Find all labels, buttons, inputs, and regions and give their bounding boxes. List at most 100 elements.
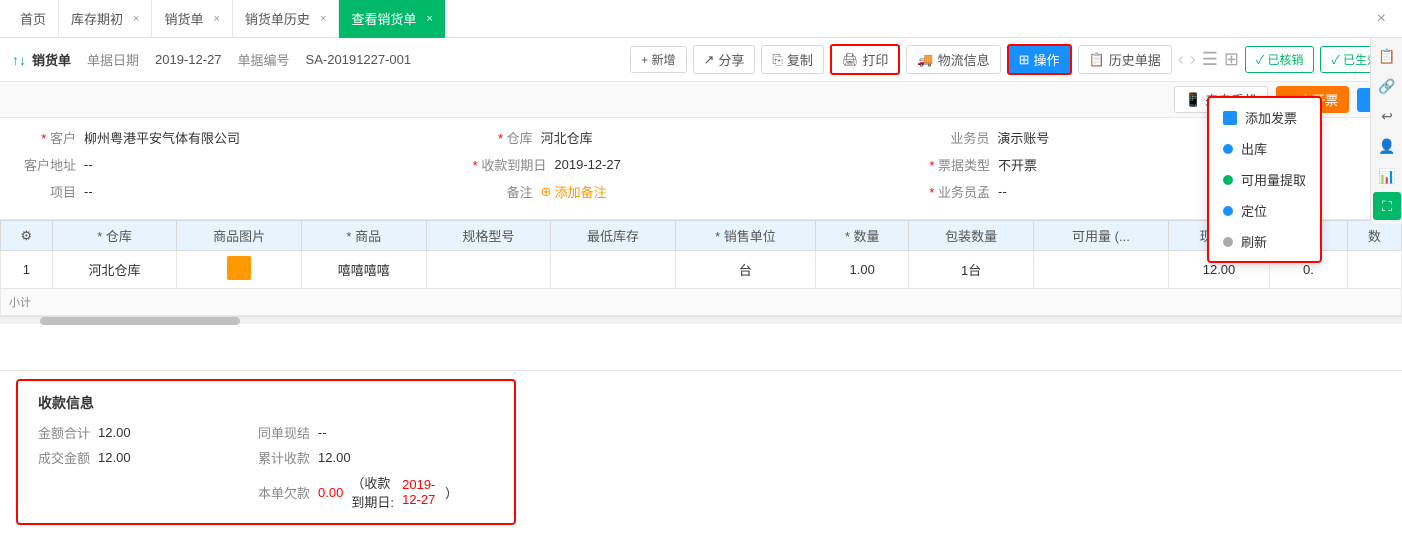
add-note-text: 添加备注 (555, 182, 607, 201)
form-area: * 客户 柳州粤港平安气体有限公司 * 仓库 河北仓库 业务员 演示账号 (0, 118, 1402, 220)
operation-button[interactable]: ⊞ 操作 (1007, 44, 1072, 75)
view-grid-icon[interactable]: ⊞ (1224, 49, 1239, 70)
print-label: 打印 (862, 50, 888, 69)
payment-grid: 金额合计 12.00 同单现结 -- 成交金额 12.00 累计收款 12.00 (38, 423, 494, 511)
operation-dropdown: 添加发票 出库 可用量提取 定位 刷新 (1207, 96, 1322, 263)
scroll-thumb[interactable] (40, 317, 240, 325)
tab-inventory[interactable]: 库存期初 × (59, 0, 152, 38)
right-sidebar: 📋 🔗 ↩ 👤 📊 ⛶ (1370, 38, 1402, 224)
row-index: 1 (1, 251, 53, 289)
tab-view-sales-close[interactable]: × (426, 13, 432, 25)
form-row-1: * 客户 柳州粤港平安气体有限公司 * 仓库 河北仓库 业务员 演示账号 (16, 128, 1386, 147)
refresh-item[interactable]: 刷新 (1209, 226, 1320, 257)
copy-label: 复制 (787, 50, 813, 69)
tab-bar: 首页 库存期初 × 销货单 × 销货单历史 × 查看销货单 × × (0, 0, 1402, 38)
subtotal-label: 小计 (1, 289, 1402, 316)
available-extract-icon (1223, 175, 1233, 185)
due-date-value: 2019-12-27 (554, 157, 621, 172)
horizontal-scrollbar[interactable] (0, 316, 1402, 324)
nav-prev-icon[interactable]: ‹ (1178, 49, 1184, 70)
copy-button[interactable]: ⎘ 复制 (761, 45, 823, 74)
locate-item[interactable]: 定位 (1209, 195, 1320, 226)
tab-sales-label: 销货单 (164, 9, 203, 28)
history-button[interactable]: 📋 历史单据 (1078, 45, 1172, 74)
sold-out-button[interactable]: ✓ 已核销 (1245, 46, 1315, 73)
tab-view-sales[interactable]: 查看销货单 × (339, 0, 445, 38)
row-product: 嘻嘻嘻嘻 (301, 251, 426, 289)
sidebar-icon-4[interactable]: 👤 (1373, 132, 1401, 160)
cumulative-label: 累计收款 (258, 448, 310, 467)
tab-inventory-close[interactable]: × (133, 13, 139, 25)
project-field: 项目 -- (16, 182, 473, 201)
address-field: 客户地址 -- (16, 155, 473, 174)
row-min-stock (551, 251, 676, 289)
operation-label: 操作 (1033, 50, 1059, 69)
add-invoice-label: 添加发票 (1245, 108, 1297, 127)
sidebar-icon-1[interactable]: 📋 (1373, 42, 1401, 70)
refresh-icon (1223, 237, 1233, 247)
share-button[interactable]: ↗ 分享 (693, 45, 756, 74)
customer-label: * 客户 (16, 128, 76, 147)
owe-close: ） (445, 483, 458, 502)
operation-icon: ⊞ (1019, 52, 1030, 68)
tab-sales-history-close[interactable]: × (320, 13, 326, 25)
tab-view-sales-label: 查看销货单 (351, 9, 416, 28)
col-quantity: * 数量 (816, 221, 909, 251)
form-row-2: 客户地址 -- * 收款到期日 2019-12-27 * 票据类型 不开票 (16, 155, 1386, 174)
address-value: -- (84, 157, 93, 172)
settlement-item: 同单现结 -- (258, 423, 458, 442)
col-pack: 包装数量 (909, 221, 1034, 251)
ticket-star: * (929, 158, 934, 173)
product-table: ⚙ * 仓库 商品图片 * 商品 规格型号 最低库存 * 销售单位 * 数量 包… (0, 220, 1402, 316)
total-value: 12.00 (98, 425, 131, 440)
product-image (227, 256, 251, 280)
address-label: 客户地址 (16, 155, 76, 174)
sidebar-icon-3[interactable]: ↩ (1373, 102, 1401, 130)
tab-home[interactable]: 首页 (8, 0, 59, 38)
add-invoice-item[interactable]: 添加发票 (1209, 102, 1320, 133)
cumulative-item: 累计收款 12.00 (258, 448, 458, 467)
print-button[interactable]: 🖨 打印 (830, 44, 901, 75)
sidebar-icon-5[interactable]: 📊 (1373, 162, 1401, 190)
doc-title-text: 销货单 (32, 50, 71, 69)
staff-value: 演示账号 (997, 128, 1049, 147)
product-table-wrap[interactable]: ⚙ * 仓库 商品图片 * 商品 规格型号 最低库存 * 销售单位 * 数量 包… (0, 220, 1402, 371)
due-date-star: * (473, 158, 478, 173)
refresh-label: 刷新 (1241, 232, 1267, 251)
nav-next-icon[interactable]: › (1190, 49, 1196, 70)
owe-label: 本单欠款 (258, 483, 310, 502)
tab-inventory-label: 库存期初 (71, 9, 123, 28)
doc-meta: 单据日期 2019-12-27 单据编号 SA-20191227-001 (87, 50, 411, 69)
view-list-icon[interactable]: ☰ (1202, 49, 1218, 70)
col-product: * 商品 (301, 221, 426, 251)
row-pack: 1台 (909, 251, 1034, 289)
tab-sales[interactable]: 销货单 × (152, 0, 232, 38)
col-amount: 数 (1347, 221, 1401, 251)
doc-header: ↑↓ 销货单 单据日期 2019-12-27 单据编号 SA-20191227-… (0, 38, 1402, 82)
warehouse-star: * (498, 131, 503, 146)
tab-sales-close[interactable]: × (213, 13, 219, 25)
logistics-button[interactable]: 🚚 物流信息 (906, 45, 1000, 74)
doc-title-group: ↑↓ 销货单 (12, 50, 71, 69)
transaction-item: 成交金额 12.00 (38, 448, 238, 467)
sidebar-icon-2[interactable]: 🔗 (1373, 72, 1401, 100)
close-all-button[interactable]: × (1369, 10, 1394, 28)
available-extract-item[interactable]: 可用量提取 (1209, 164, 1320, 195)
date-label: 单据日期 (87, 50, 139, 69)
add-button[interactable]: + 新增 (630, 46, 686, 73)
add-note-button[interactable]: ⊕ 添加备注 (541, 182, 607, 201)
customer-field: * 客户 柳州粤港平安气体有限公司 (16, 128, 473, 147)
owe-value: 0.00 (318, 485, 343, 500)
doc-icon: ↑↓ (12, 52, 26, 68)
total-item: 金额合计 12.00 (38, 423, 238, 442)
payment-box: 收款信息 金额合计 12.00 同单现结 -- 成交金额 12.00 (16, 379, 516, 525)
outbound-item[interactable]: 出库 (1209, 133, 1320, 164)
owe-due-value: 2019-12-27 (402, 477, 437, 507)
owe-note: （收款到期日: (351, 473, 394, 511)
row-image (177, 251, 302, 289)
due-date-field: * 收款到期日 2019-12-27 (473, 155, 930, 174)
main-content: ↑↓ 销货单 单据日期 2019-12-27 单据编号 SA-20191227-… (0, 38, 1402, 533)
sidebar-icon-6[interactable]: ⛶ (1373, 192, 1401, 220)
tab-sales-history[interactable]: 销货单历史 × (233, 0, 339, 38)
form-row-3: 项目 -- 备注 ⊕ 添加备注 * 业务员孟 -- (16, 182, 1386, 201)
